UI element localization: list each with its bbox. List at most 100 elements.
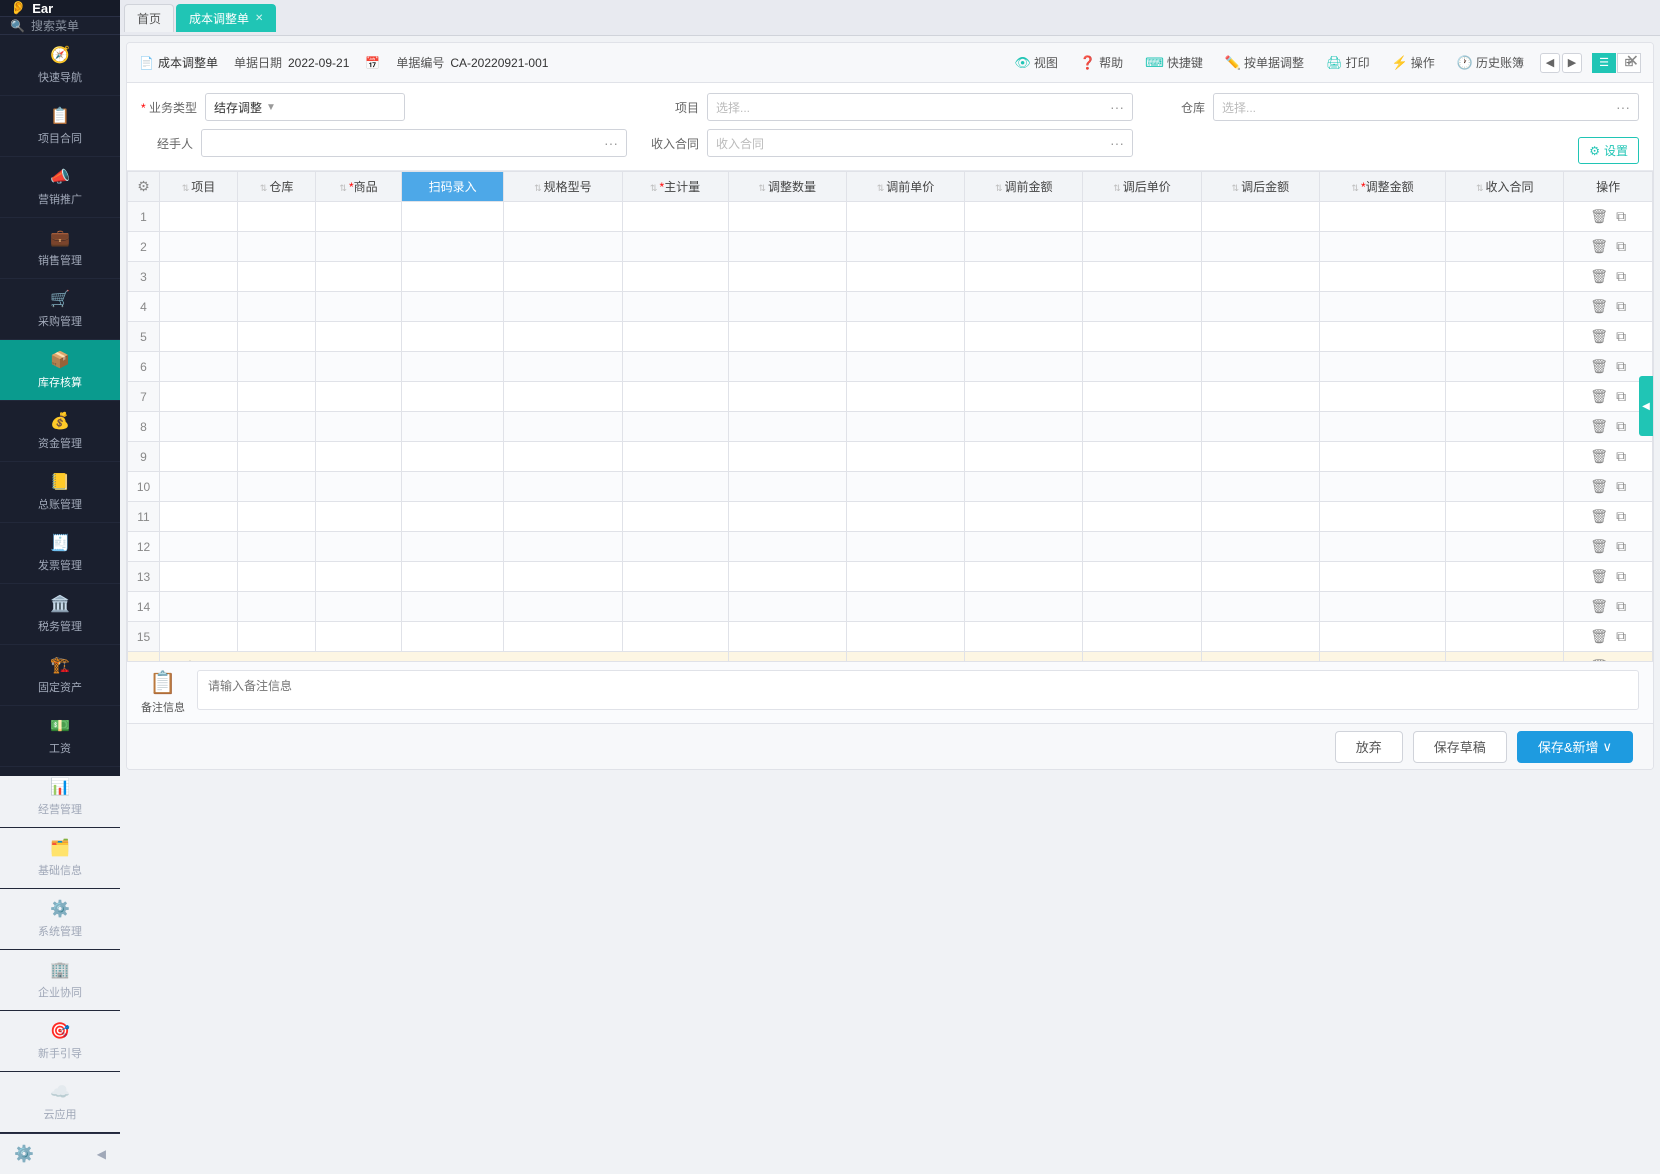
delete-row-9[interactable]: 🗑 xyxy=(1588,446,1610,467)
row-income-contract-6[interactable] xyxy=(1446,352,1564,382)
row-product-8[interactable] xyxy=(316,412,402,442)
row-adjust-amount-7[interactable] xyxy=(1319,382,1445,412)
next-arrow[interactable]: ▶ xyxy=(1562,53,1582,73)
row-before-amount-9[interactable] xyxy=(965,442,1083,472)
row-scan-13[interactable] xyxy=(401,562,503,592)
row-product-10[interactable] xyxy=(316,472,402,502)
row-adjust-qty-14[interactable] xyxy=(728,592,846,622)
tab-cost-adjust[interactable]: 成本调整单✕ xyxy=(176,4,276,32)
sidebar-item-system-mgmt[interactable]: ⚙️ 系统管理 xyxy=(0,889,120,950)
row-project-8[interactable] xyxy=(160,412,238,442)
row-adjust-amount-15[interactable] xyxy=(1319,622,1445,652)
row-warehouse-3[interactable] xyxy=(238,262,316,292)
row-adjust-qty-5[interactable] xyxy=(728,322,846,352)
row-before-price-4[interactable] xyxy=(846,292,964,322)
row-warehouse-11[interactable] xyxy=(238,502,316,532)
row-before-price-6[interactable] xyxy=(846,352,964,382)
row-spec-11[interactable] xyxy=(504,502,622,532)
settings-icon[interactable]: ⚙️ xyxy=(14,1144,34,1164)
row-adjust-qty-9[interactable] xyxy=(728,442,846,472)
row-adjust-amount-9[interactable] xyxy=(1319,442,1445,472)
row-adjust-qty-8[interactable] xyxy=(728,412,846,442)
row-adjust-amount-12[interactable] xyxy=(1319,532,1445,562)
row-project-2[interactable] xyxy=(160,232,238,262)
row-project-15[interactable] xyxy=(160,622,238,652)
row-product-13[interactable] xyxy=(316,562,402,592)
row-warehouse-10[interactable] xyxy=(238,472,316,502)
row-after-amount-15[interactable] xyxy=(1201,622,1319,652)
delete-row-15[interactable]: 🗑 xyxy=(1588,626,1610,647)
row-adjust-qty-13[interactable] xyxy=(728,562,846,592)
row-after-amount-2[interactable] xyxy=(1201,232,1319,262)
delete-row-5[interactable]: 🗑 xyxy=(1588,326,1610,347)
row-adjust-amount-6[interactable] xyxy=(1319,352,1445,382)
row-spec-14[interactable] xyxy=(504,592,622,622)
row-adjust-amount-8[interactable] xyxy=(1319,412,1445,442)
row-after-amount-8[interactable] xyxy=(1201,412,1319,442)
sidebar-item-salary[interactable]: 💵 工资 xyxy=(0,706,120,767)
row-project-1[interactable] xyxy=(160,202,238,232)
row-before-amount-10[interactable] xyxy=(965,472,1083,502)
row-before-price-12[interactable] xyxy=(846,532,964,562)
row-after-amount-4[interactable] xyxy=(1201,292,1319,322)
row-before-price-3[interactable] xyxy=(846,262,964,292)
sidebar-item-sales-promo[interactable]: 📣 营销推广 xyxy=(0,157,120,218)
row-scan-2[interactable] xyxy=(401,232,503,262)
tab-close-cost-adjust[interactable]: ✕ xyxy=(255,13,263,24)
delete-row-8[interactable]: 🗑 xyxy=(1588,416,1610,437)
copy-row-13[interactable]: ⧉ xyxy=(1614,566,1628,587)
discard-button[interactable]: 放弃 xyxy=(1335,731,1403,763)
row-project-13[interactable] xyxy=(160,562,238,592)
row-before-price-9[interactable] xyxy=(846,442,964,472)
delete-row-2[interactable]: 🗑 xyxy=(1588,236,1610,257)
row-product-7[interactable] xyxy=(316,382,402,412)
row-before-price-8[interactable] xyxy=(846,412,964,442)
sidebar-item-fixed-assets[interactable]: 🏗️ 固定资产 xyxy=(0,645,120,706)
copy-row-15[interactable]: ⧉ xyxy=(1614,626,1628,647)
row-unit-15[interactable] xyxy=(622,622,728,652)
row-spec-13[interactable] xyxy=(504,562,622,592)
list-view-btn[interactable]: ☰ xyxy=(1592,53,1616,73)
row-adjust-qty-7[interactable] xyxy=(728,382,846,412)
row-after-amount-10[interactable] xyxy=(1201,472,1319,502)
sidebar-item-invoice-mgmt[interactable]: 🧾 发票管理 xyxy=(0,523,120,584)
row-scan-8[interactable] xyxy=(401,412,503,442)
row-scan-9[interactable] xyxy=(401,442,503,472)
row-unit-12[interactable] xyxy=(622,532,728,562)
row-income-contract-12[interactable] xyxy=(1446,532,1564,562)
row-warehouse-5[interactable] xyxy=(238,322,316,352)
row-adjust-qty-15[interactable] xyxy=(728,622,846,652)
row-unit-4[interactable] xyxy=(622,292,728,322)
row-before-price-1[interactable] xyxy=(846,202,964,232)
delete-row-12[interactable]: 🗑 xyxy=(1588,536,1610,557)
sidebar-search[interactable]: 🔍 搜索菜单 xyxy=(0,17,120,35)
row-warehouse-6[interactable] xyxy=(238,352,316,382)
row-spec-6[interactable] xyxy=(504,352,622,382)
collapse-icon[interactable]: ◀ xyxy=(97,1147,106,1161)
row-spec-1[interactable] xyxy=(504,202,622,232)
settings-button[interactable]: ⚙ 设置 xyxy=(1578,137,1639,164)
row-project-7[interactable] xyxy=(160,382,238,412)
row-after-amount-12[interactable] xyxy=(1201,532,1319,562)
row-project-11[interactable] xyxy=(160,502,238,532)
row-after-price-7[interactable] xyxy=(1083,382,1201,412)
row-unit-10[interactable] xyxy=(622,472,728,502)
row-unit-8[interactable] xyxy=(622,412,728,442)
sidebar-item-basic-info[interactable]: 🗂️ 基础信息 xyxy=(0,828,120,889)
row-unit-14[interactable] xyxy=(622,592,728,622)
row-before-price-15[interactable] xyxy=(846,622,964,652)
row-after-amount-5[interactable] xyxy=(1201,322,1319,352)
row-adjust-amount-2[interactable] xyxy=(1319,232,1445,262)
row-unit-6[interactable] xyxy=(622,352,728,382)
row-warehouse-13[interactable] xyxy=(238,562,316,592)
row-unit-2[interactable] xyxy=(622,232,728,262)
delete-row-3[interactable]: 🗑 xyxy=(1588,266,1610,287)
row-product-2[interactable] xyxy=(316,232,402,262)
delete-row-13[interactable]: 🗑 xyxy=(1588,566,1610,587)
sidebar-item-purchase-mgmt[interactable]: 🛒 采购管理 xyxy=(0,279,120,340)
row-before-amount-2[interactable] xyxy=(965,232,1083,262)
row-product-1[interactable] xyxy=(316,202,402,232)
copy-row-8[interactable]: ⧉ xyxy=(1614,416,1628,437)
row-after-price-15[interactable] xyxy=(1083,622,1201,652)
row-income-contract-4[interactable] xyxy=(1446,292,1564,322)
